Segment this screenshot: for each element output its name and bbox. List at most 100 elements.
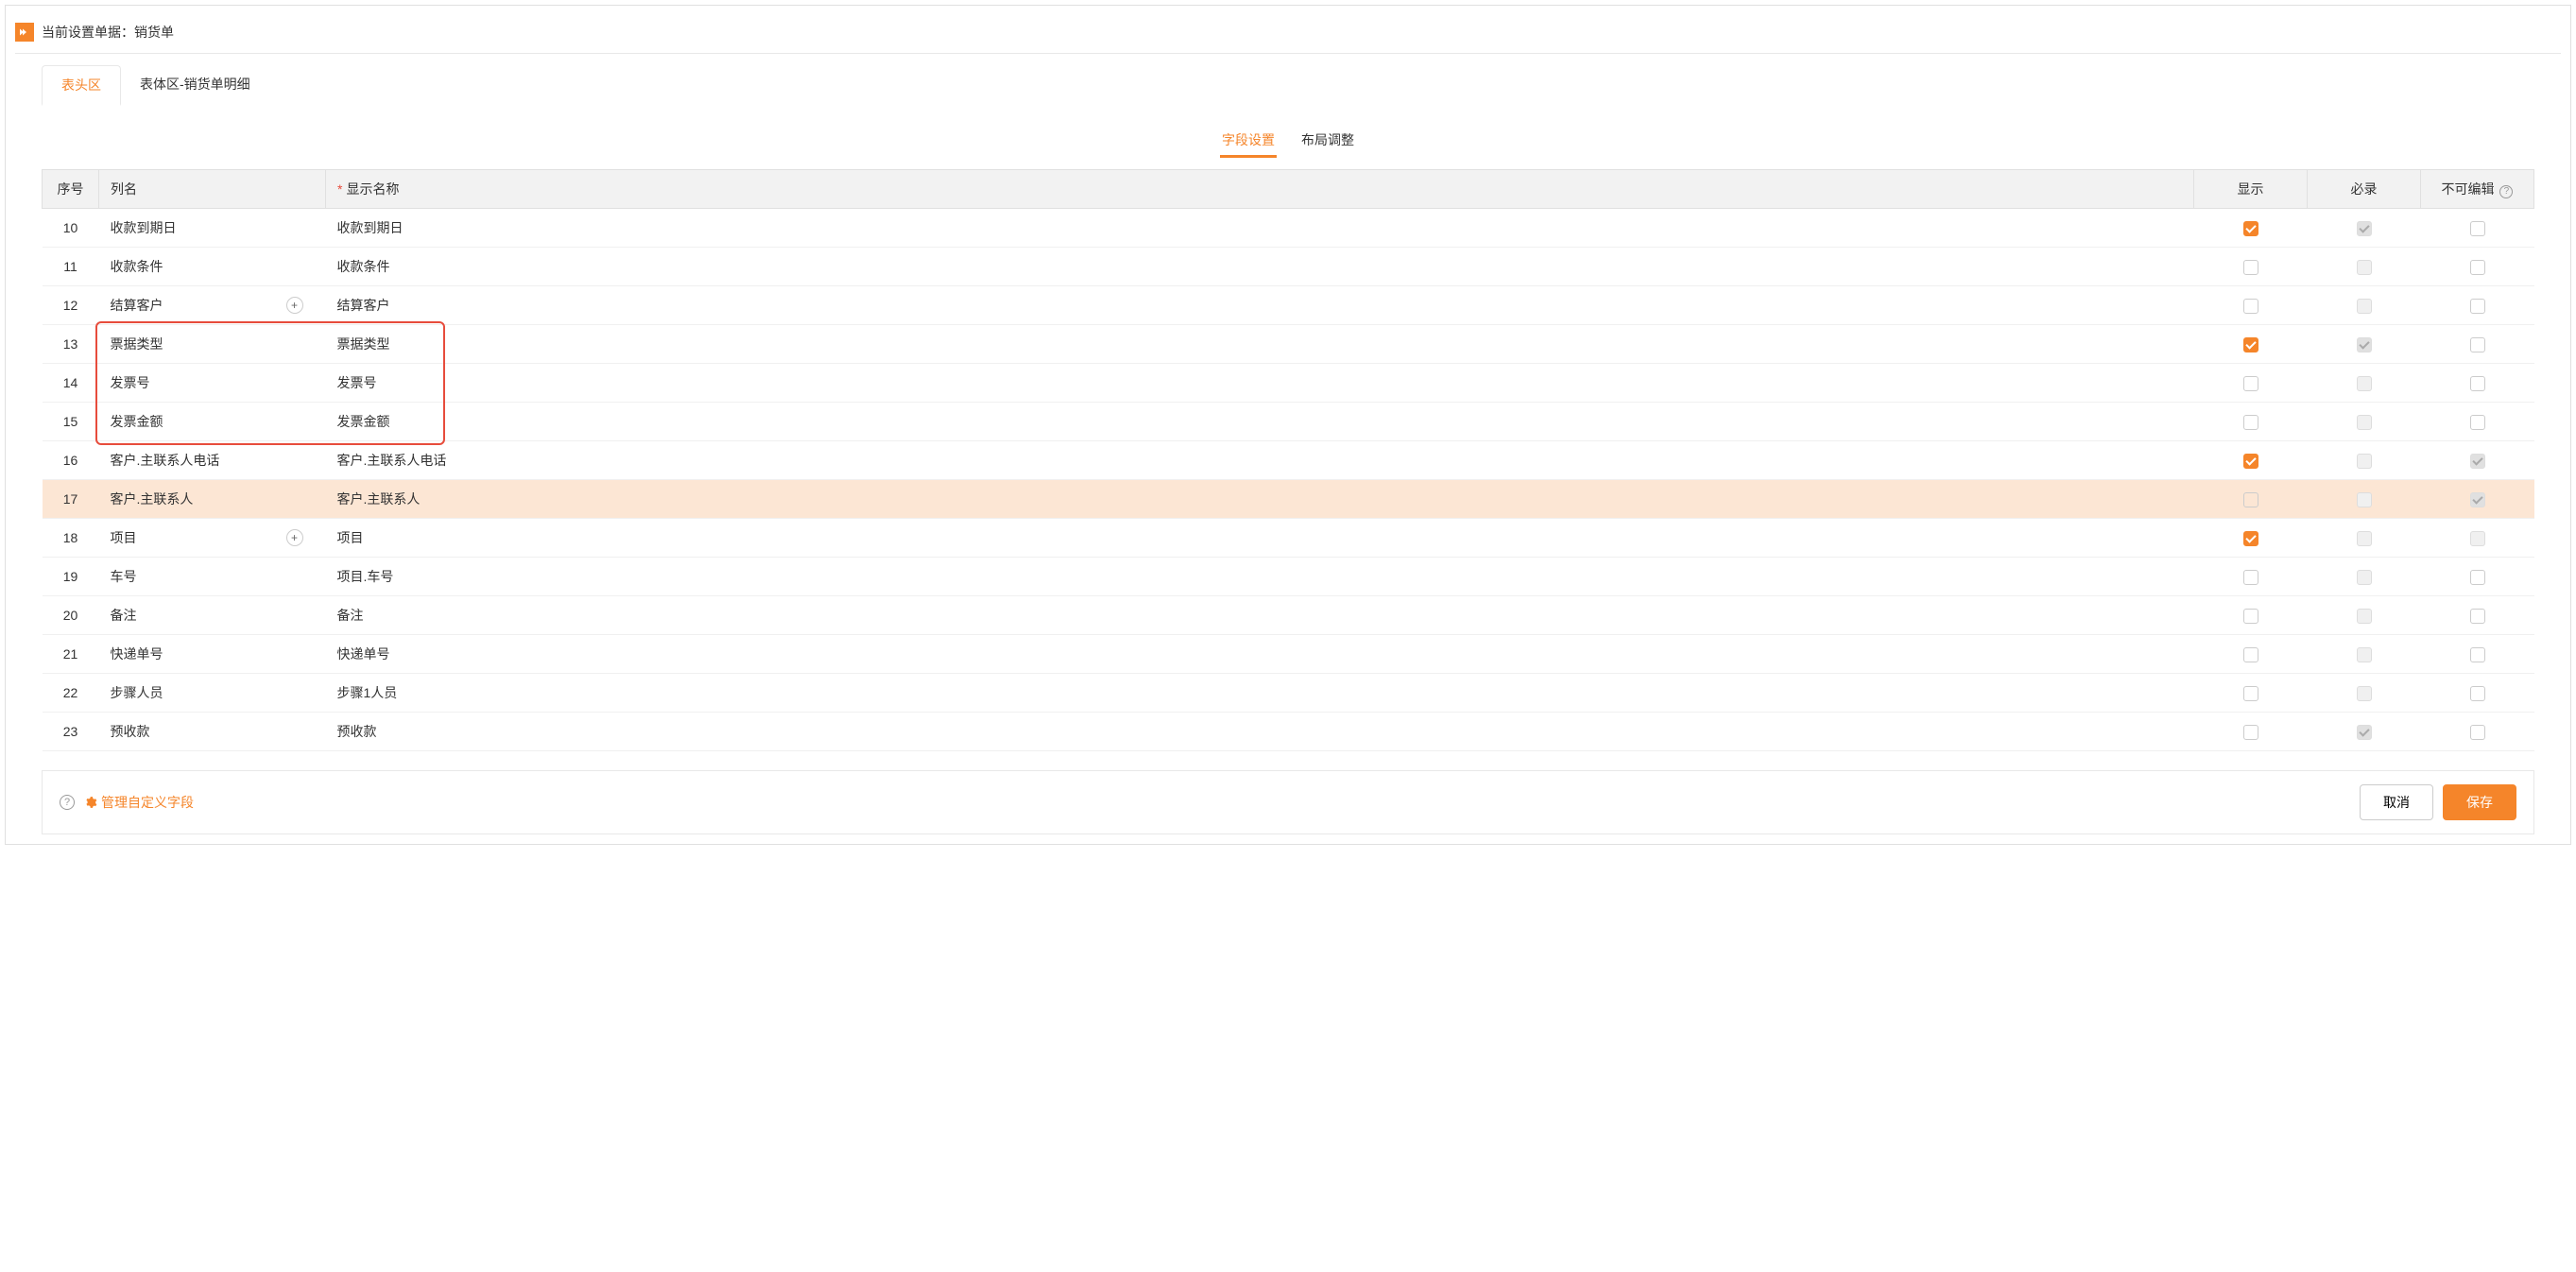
show-checkbox[interactable]: [2243, 647, 2258, 662]
manage-custom-fields-link[interactable]: 管理自定义字段: [84, 793, 194, 812]
table-row[interactable]: 16客户.主联系人电话客户.主联系人电话: [43, 441, 2534, 480]
required-cell: [2308, 441, 2421, 480]
readonly-cell: [2421, 209, 2534, 248]
sub-tab-field-settings[interactable]: 字段设置: [1220, 125, 1277, 158]
show-checkbox[interactable]: [2243, 725, 2258, 740]
plus-icon[interactable]: +: [286, 297, 303, 314]
readonly-cell: [2421, 441, 2534, 480]
row-display-name[interactable]: 预收款: [326, 713, 2194, 751]
cancel-button[interactable]: 取消: [2360, 784, 2433, 820]
readonly-cell: [2421, 519, 2534, 558]
row-name: 客户.主联系人电话: [99, 441, 326, 480]
row-display-name[interactable]: 客户.主联系人电话: [326, 441, 2194, 480]
table-row[interactable]: 13票据类型票据类型: [43, 325, 2534, 364]
gear-icon: [84, 796, 97, 809]
table-row[interactable]: 11收款条件收款条件: [43, 248, 2534, 286]
table-row[interactable]: 23预收款预收款: [43, 713, 2534, 751]
show-cell: [2194, 325, 2308, 364]
show-checkbox[interactable]: [2243, 609, 2258, 624]
row-display-name[interactable]: 收款到期日: [326, 209, 2194, 248]
readonly-checkbox[interactable]: [2470, 299, 2485, 314]
row-name: 收款条件: [99, 248, 326, 286]
row-display-name[interactable]: 客户.主联系人: [326, 480, 2194, 519]
row-display-name[interactable]: 结算客户: [326, 286, 2194, 325]
table-row[interactable]: 15发票金额发票金额: [43, 403, 2534, 441]
row-display-name[interactable]: 快递单号: [326, 635, 2194, 674]
table-row[interactable]: 14发票号发票号: [43, 364, 2534, 403]
show-checkbox[interactable]: [2243, 260, 2258, 275]
row-display-name[interactable]: 项目.车号: [326, 558, 2194, 596]
required-checkbox: [2357, 260, 2372, 275]
required-checkbox: [2357, 686, 2372, 701]
show-checkbox[interactable]: [2243, 570, 2258, 585]
show-cell: [2194, 403, 2308, 441]
row-name: 步骤人员: [99, 674, 326, 713]
required-checkbox: [2357, 299, 2372, 314]
footer-bar: ? 管理自定义字段 取消 保存: [42, 770, 2534, 834]
show-checkbox[interactable]: [2243, 531, 2258, 546]
readonly-checkbox[interactable]: [2470, 376, 2485, 391]
row-seq: 19: [43, 558, 99, 596]
show-checkbox[interactable]: [2243, 221, 2258, 236]
table-row[interactable]: 20备注备注: [43, 596, 2534, 635]
show-checkbox[interactable]: [2243, 337, 2258, 352]
table-row[interactable]: 10收款到期日收款到期日: [43, 209, 2534, 248]
show-checkbox[interactable]: [2243, 299, 2258, 314]
collapse-button[interactable]: [15, 23, 34, 42]
row-seq: 18: [43, 519, 99, 558]
show-checkbox[interactable]: [2243, 376, 2258, 391]
row-display-name[interactable]: 收款条件: [326, 248, 2194, 286]
col-header-display: *显示名称: [326, 170, 2194, 209]
col-header-required: 必录: [2308, 170, 2421, 209]
tab-body-area[interactable]: 表体区-销货单明细: [121, 65, 269, 106]
show-cell: [2194, 596, 2308, 635]
readonly-checkbox[interactable]: [2470, 337, 2485, 352]
table-row[interactable]: 22步骤人员步骤1人员: [43, 674, 2534, 713]
readonly-checkbox[interactable]: [2470, 260, 2485, 275]
save-button[interactable]: 保存: [2443, 784, 2516, 820]
help-icon[interactable]: ?: [2499, 185, 2513, 198]
table-row[interactable]: 19车号项目.车号: [43, 558, 2534, 596]
readonly-checkbox[interactable]: [2470, 725, 2485, 740]
required-cell: [2308, 519, 2421, 558]
required-checkbox: [2357, 570, 2372, 585]
row-display-name[interactable]: 项目: [326, 519, 2194, 558]
show-cell: [2194, 713, 2308, 751]
row-display-name[interactable]: 发票号: [326, 364, 2194, 403]
row-display-name[interactable]: 步骤1人员: [326, 674, 2194, 713]
tab-header-area[interactable]: 表头区: [42, 65, 121, 106]
row-seq: 12: [43, 286, 99, 325]
show-checkbox[interactable]: [2243, 454, 2258, 469]
table-row[interactable]: 18项目+项目: [43, 519, 2534, 558]
row-seq: 17: [43, 480, 99, 519]
row-seq: 21: [43, 635, 99, 674]
required-cell: [2308, 403, 2421, 441]
plus-icon[interactable]: +: [286, 529, 303, 546]
row-display-name[interactable]: 发票金额: [326, 403, 2194, 441]
readonly-checkbox[interactable]: [2470, 609, 2485, 624]
show-checkbox[interactable]: [2243, 492, 2258, 507]
help-icon[interactable]: ?: [60, 795, 75, 810]
row-name: 结算客户+: [99, 286, 326, 325]
show-cell: [2194, 480, 2308, 519]
show-checkbox[interactable]: [2243, 415, 2258, 430]
row-seq: 16: [43, 441, 99, 480]
readonly-checkbox[interactable]: [2470, 221, 2485, 236]
table-row[interactable]: 21快递单号快递单号: [43, 635, 2534, 674]
readonly-cell: [2421, 325, 2534, 364]
row-display-name[interactable]: 备注: [326, 596, 2194, 635]
row-name-label: 备注: [111, 606, 137, 625]
readonly-checkbox[interactable]: [2470, 647, 2485, 662]
sub-tab-layout-adjust[interactable]: 布局调整: [1299, 125, 1356, 158]
row-seq: 23: [43, 713, 99, 751]
readonly-checkbox[interactable]: [2470, 415, 2485, 430]
table-row[interactable]: 17客户.主联系人客户.主联系人: [43, 480, 2534, 519]
readonly-checkbox[interactable]: [2470, 570, 2485, 585]
table-row[interactable]: 12结算客户+结算客户: [43, 286, 2534, 325]
required-cell: [2308, 286, 2421, 325]
show-checkbox[interactable]: [2243, 686, 2258, 701]
readonly-cell: [2421, 286, 2534, 325]
row-seq: 11: [43, 248, 99, 286]
readonly-checkbox[interactable]: [2470, 686, 2485, 701]
row-display-name[interactable]: 票据类型: [326, 325, 2194, 364]
